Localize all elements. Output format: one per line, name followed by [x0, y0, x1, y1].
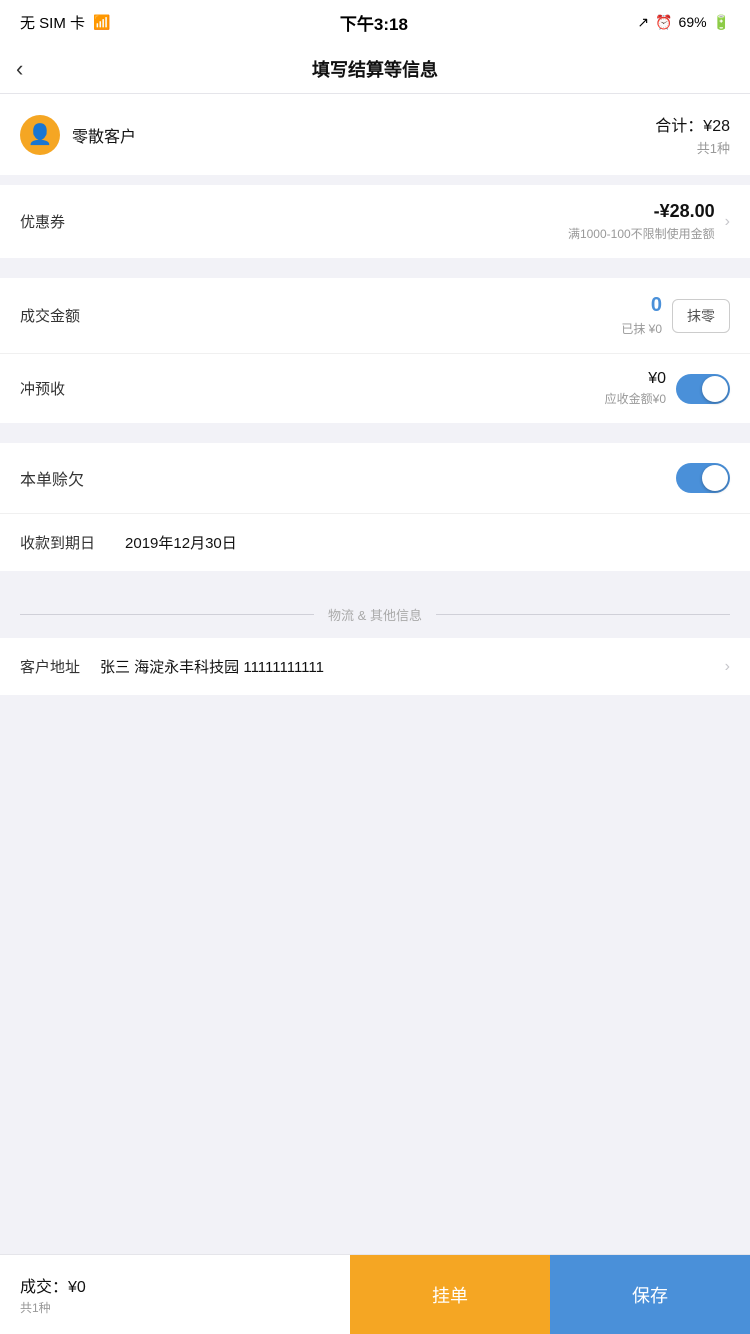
- back-button[interactable]: ‹: [16, 56, 23, 82]
- debt-toggle[interactable]: [676, 463, 730, 493]
- transaction-section: 成交金额 0 已抹 ¥0 抹零 冲预收 ¥0 应收金额¥0: [0, 278, 750, 423]
- divider-line-right: [436, 614, 730, 615]
- bottom-summary-label: 成交：: [20, 1279, 68, 1296]
- coupon-label: 优惠券: [20, 211, 100, 232]
- coupon-section[interactable]: 优惠券 -¥28.00 满1000-100不限制使用金额 ›: [0, 185, 750, 258]
- pre-receive-toggle[interactable]: [676, 374, 730, 404]
- coupon-right: -¥28.00 满1000-100不限制使用金额 ›: [568, 201, 730, 242]
- address-label: 客户地址: [20, 656, 80, 677]
- page-title: 填写结算等信息: [312, 56, 438, 82]
- pre-receive-amount: ¥0: [648, 370, 666, 388]
- total-amount: 合计：¥28: [655, 112, 730, 136]
- customer-name: 零散客户: [72, 123, 136, 147]
- bottom-summary-amount: 成交：¥0: [20, 1273, 330, 1297]
- bottom-spacer: [0, 705, 750, 795]
- alarm-icon: ⏰: [655, 14, 672, 31]
- location-icon: ↗: [637, 14, 649, 31]
- customer-section: 👤 零散客户 合计：¥28 共1种: [0, 94, 750, 175]
- coupon-sub: 满1000-100不限制使用金额: [568, 225, 715, 242]
- due-date-label: 收款到期日: [20, 532, 95, 553]
- address-value: 张三 海淀永丰科技园 11111111111: [100, 656, 705, 677]
- logistics-divider: 物流 & 其他信息: [0, 591, 750, 638]
- status-time: 下午3:18: [340, 10, 408, 35]
- debt-row: 本单赊欠: [0, 443, 750, 513]
- bottom-summary-value: ¥0: [68, 1279, 86, 1296]
- transaction-right: 0 已抹 ¥0 抹零: [621, 294, 730, 337]
- save-button[interactable]: 保存: [550, 1255, 750, 1334]
- avatar-icon: 👤: [28, 122, 53, 147]
- bottom-summary: 成交：¥0 共1种: [0, 1273, 350, 1316]
- debt-toggle-knob: [702, 465, 728, 491]
- pre-receive-row: 冲预收 ¥0 应收金额¥0: [0, 353, 750, 423]
- bottom-summary-count: 共1种: [20, 1299, 330, 1316]
- customer-right: 合计：¥28 共1种: [655, 112, 730, 157]
- due-date-value: 2019年12月30日: [125, 532, 237, 553]
- logistics-text: 物流 & 其他信息: [328, 605, 422, 624]
- pre-receive-label: 冲预收: [20, 378, 100, 399]
- status-bar: 无 SIM 卡 📶 下午3:18 ↗ ⏰ 69% 🔋: [0, 0, 750, 44]
- total-count: 共1种: [655, 138, 730, 157]
- customer-row: 👤 零散客户 合计：¥28 共1种: [0, 94, 750, 175]
- transaction-label: 成交金额: [20, 305, 100, 326]
- address-row[interactable]: 客户地址 张三 海淀永丰科技园 11111111111 ›: [0, 638, 750, 695]
- battery-icon: 🔋: [713, 14, 730, 31]
- coupon-amount: -¥28.00: [568, 201, 715, 222]
- bottom-bar: 成交：¥0 共1种 挂单 保存: [0, 1254, 750, 1334]
- address-chevron-icon: ›: [725, 658, 730, 676]
- transaction-row: 成交金额 0 已抹 ¥0 抹零: [0, 278, 750, 353]
- due-date-row: 收款到期日 2019年12月30日: [0, 513, 750, 571]
- pre-receive-right: ¥0 应收金额¥0: [605, 370, 730, 407]
- avatar: 👤: [20, 115, 60, 155]
- transaction-sub: 已抹 ¥0: [621, 320, 662, 337]
- nav-bar: ‹ 填写结算等信息: [0, 44, 750, 94]
- status-right: ↗ ⏰ 69% 🔋: [637, 14, 730, 31]
- round-zero-button[interactable]: 抹零: [672, 299, 730, 333]
- status-left: 无 SIM 卡 📶: [20, 12, 110, 33]
- address-section[interactable]: 客户地址 张三 海淀永丰科技园 11111111111 ›: [0, 638, 750, 695]
- coupon-chevron-icon: ›: [725, 213, 730, 231]
- no-sim-text: 无 SIM 卡: [20, 12, 85, 33]
- toggle-knob: [702, 376, 728, 402]
- transaction-value[interactable]: 0: [621, 294, 662, 317]
- debt-section: 本单赊欠 收款到期日 2019年12月30日: [0, 443, 750, 571]
- coupon-row[interactable]: 优惠券 -¥28.00 满1000-100不限制使用金额 ›: [0, 185, 750, 258]
- divider-line-left: [20, 614, 314, 615]
- wifi-icon: 📶: [93, 14, 110, 31]
- divider-2: [0, 433, 750, 443]
- battery-text: 69%: [679, 14, 707, 30]
- hang-button[interactable]: 挂单: [350, 1255, 550, 1334]
- pre-receive-sub: 应收金额¥0: [605, 390, 666, 407]
- debt-label: 本单赊欠: [20, 466, 84, 490]
- divider-3: [0, 581, 750, 591]
- customer-left: 👤 零散客户: [20, 115, 136, 155]
- divider-1: [0, 268, 750, 278]
